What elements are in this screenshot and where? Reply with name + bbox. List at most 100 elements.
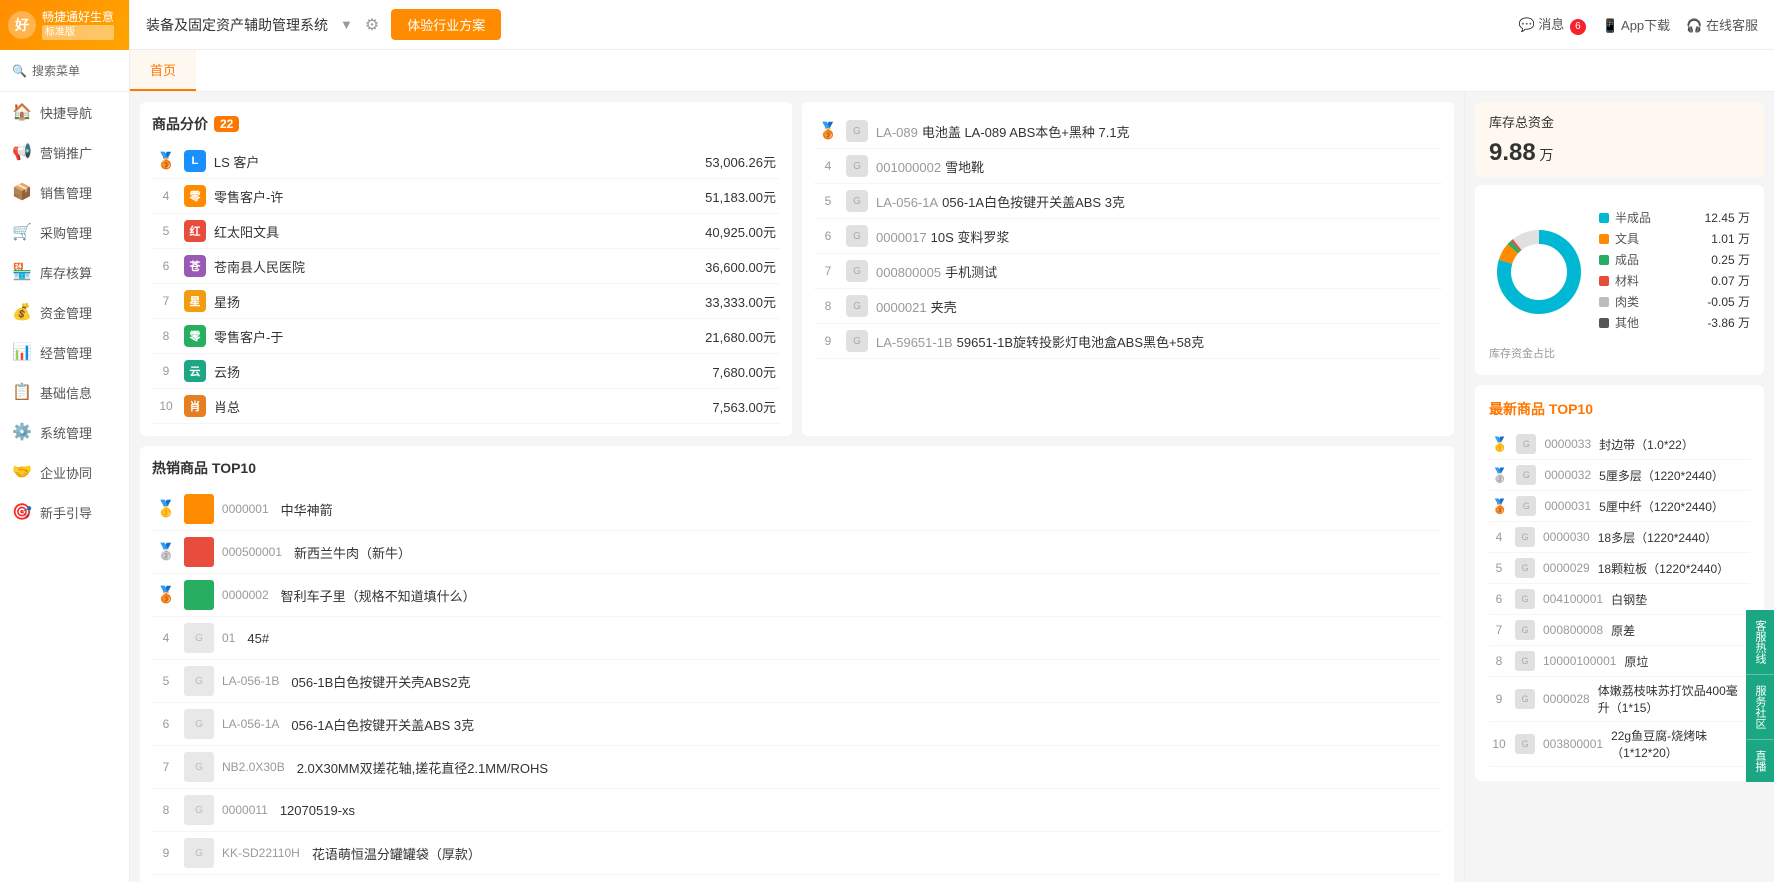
content-area: 商品分价 22 🥉LLS 客户53,006.26元4零零售客户-许51,183.… — [130, 92, 1774, 882]
sidebar-item-system[interactable]: ⚙️系统管理 — [0, 412, 129, 452]
rank-badge: L — [184, 150, 206, 172]
rank-row: 7星星扬33,333.00元 — [152, 284, 780, 319]
sidebar-item-label-purchase: 采购管理 — [40, 223, 92, 242]
legend-dot — [1599, 213, 1609, 223]
product-rank-row: 🥉GLA-089电池盖 LA-089 ABS本色+黑种 7.1克 — [814, 114, 1442, 149]
hot-product-row: 6GLA-056-1A056-1A白色按键开关盖ABS 3克 — [152, 703, 1442, 746]
sidebar-item-coop[interactable]: 🤝企业协同 — [0, 452, 129, 492]
sidebar-item-label-base: 基础信息 — [40, 383, 92, 402]
customer-service-float-btn[interactable]: 客服热线 — [1746, 610, 1774, 675]
legend-dot — [1599, 318, 1609, 328]
product-thumbnail: G — [184, 795, 214, 825]
search-menu-button[interactable]: 🔍 搜索菜单 — [8, 58, 121, 83]
product-name: 45# — [247, 631, 1438, 646]
top-products-right-card: 🥉GLA-089电池盖 LA-089 ABS本色+黑种 7.1克4G001000… — [802, 102, 1454, 436]
nav-icon-base: 📋 — [12, 382, 32, 402]
legend-item: 材料0.07 万 — [1599, 272, 1750, 289]
product-icon: G — [846, 155, 868, 177]
sidebar-item-inventory[interactable]: 🏪库存核算 — [0, 252, 129, 292]
rank-number: 6 — [818, 229, 838, 243]
sidebar-item-marketing[interactable]: 📢营销推广 — [0, 132, 129, 172]
products-right-list: 🥉GLA-089电池盖 LA-089 ABS本色+黑种 7.1克4G001000… — [814, 114, 1442, 359]
legend-item: 其他-3.86 万 — [1599, 314, 1750, 331]
direct-float-btn[interactable]: 直播 — [1746, 740, 1774, 782]
rank-number: 5 — [156, 224, 176, 238]
rank-badge: 苍 — [184, 255, 206, 277]
app-download-action[interactable]: 📱 App下载 — [1602, 15, 1670, 34]
rank-number: 7 — [818, 264, 838, 278]
sidebar-item-base[interactable]: 📋 基础信息 — [0, 372, 129, 412]
rank-number: 4 — [156, 189, 176, 203]
sidebar-item-guide[interactable]: 🎯新手引导 — [0, 492, 129, 532]
inventory-amount: 9.88 万 — [1489, 139, 1750, 167]
product-code: 10000100001 — [1543, 654, 1616, 668]
settings-icon[interactable]: ⚙ — [365, 15, 379, 35]
headset-icon: 🎧 — [1686, 18, 1702, 33]
product-icon: G — [1515, 651, 1535, 671]
latest-row: 4G000003018多层（1220*2440） — [1489, 522, 1750, 553]
dropdown-icon[interactable]: ▼ — [340, 17, 353, 32]
nav-icon-quick-nav: 🏠 — [12, 102, 32, 122]
customer-name: 红太阳文具 — [214, 222, 697, 241]
service-community-float-btn[interactable]: 服务社区 — [1746, 675, 1774, 740]
customer-amount: 33,333.00元 — [705, 292, 776, 311]
product-icon: G — [846, 190, 868, 212]
product-code: 003800001 — [1543, 737, 1603, 751]
logo-area: 好 畅捷通好生意 标准版 — [0, 0, 129, 50]
hot-products-list: 🥇0000001中华神箭🥈000500001新西兰牛肉（新牛）🥉0000002智… — [152, 488, 1442, 875]
product-info: 0000021夹壳 — [876, 297, 1438, 316]
customer-name: 苍南县人民医院 — [214, 257, 697, 276]
product-code: 0000011 — [222, 803, 268, 817]
product-thumbnail — [184, 580, 214, 610]
hot-product-row: 4G0145# — [152, 617, 1442, 660]
rank-number: 7 — [1491, 623, 1507, 637]
sidebar-item-operation[interactable]: 📊经营管理 — [0, 332, 129, 372]
product-name: 智利车子里（规格不知道填什么） — [281, 586, 1438, 605]
product-name: 原差 — [1611, 622, 1748, 639]
rank-row: 10肖肖总7,563.00元 — [152, 389, 780, 424]
product-info: LA-59651-1B59651-1B旋转投影灯电池盒ABS黑色+58克 — [876, 332, 1438, 351]
logo-text: 畅捷通好生意 标准版 — [42, 10, 114, 41]
product-rank-row: 7G000800005手机测试 — [814, 254, 1442, 289]
online-service-action[interactable]: 🎧 在线客服 — [1686, 15, 1758, 34]
rank-badge: 零 — [184, 325, 206, 347]
product-name: 12070519-xs — [280, 803, 1438, 818]
product-icon: G — [1516, 465, 1536, 485]
hot-product-row: 🥉0000002智利车子里（规格不知道填什么） — [152, 574, 1442, 617]
product-code: NB2.0X30B — [222, 760, 285, 774]
sidebar-item-label-system: 系统管理 — [40, 423, 92, 442]
product-code: 000500001 — [222, 545, 282, 559]
product-code: 0000002 — [222, 588, 269, 602]
search-area[interactable]: 🔍 搜索菜单 — [0, 50, 129, 92]
sidebar-item-label-sales: 销售管理 — [40, 183, 92, 202]
product-icon: G — [846, 120, 868, 142]
product-code: 004100001 — [1543, 592, 1603, 606]
hot-product-row: 🥈000500001新西兰牛肉（新牛） — [152, 531, 1442, 574]
product-thumbnail: G — [184, 709, 214, 739]
sidebar-item-purchase[interactable]: 🛒采购管理 — [0, 212, 129, 252]
sidebar-item-quick-nav[interactable]: 🏠快捷导航 — [0, 92, 129, 132]
tab-home[interactable]: 首页 — [130, 50, 196, 91]
chart-legend: 半成品12.45 万文具1.01 万成品0.25 万材料0.07 万肉类-0.0… — [1599, 209, 1750, 335]
product-icon: G — [1515, 620, 1535, 640]
sidebar-item-sales[interactable]: 📦销售管理 — [0, 172, 129, 212]
legend-name: 成品 — [1615, 251, 1705, 268]
message-action[interactable]: 💬 消息 6 — [1518, 14, 1585, 35]
product-code: 0000031 — [1544, 499, 1591, 513]
hot-product-row: 🥇0000001中华神箭 — [152, 488, 1442, 531]
rank-number: 4 — [818, 159, 838, 173]
product-icon: G — [1515, 689, 1535, 709]
latest-title: 最新商品 TOP10 — [1489, 399, 1750, 419]
product-info: LA-089电池盖 LA-089 ABS本色+黑种 7.1克 — [876, 122, 1438, 141]
latest-products-list: 🥇G0000033封边带（1.0*22）🥈G00000325厘多层（1220*2… — [1489, 429, 1750, 767]
sidebar-item-finance[interactable]: 💰资金管理 — [0, 292, 129, 332]
rank-number: 10 — [156, 399, 176, 413]
product-name: 花语萌恒温分罐罐袋（厚款） — [312, 844, 1438, 863]
rank-number: 5 — [818, 194, 838, 208]
product-code: 0000001 — [222, 502, 269, 516]
trial-button[interactable]: 体验行业方案 — [391, 9, 501, 40]
product-info: 000001710S 变料罗浆 — [876, 227, 1438, 246]
rank-row: 9云云扬7,680.00元 — [152, 354, 780, 389]
rank-number: 5 — [1491, 561, 1507, 575]
logo-icon: 好 — [8, 11, 36, 39]
